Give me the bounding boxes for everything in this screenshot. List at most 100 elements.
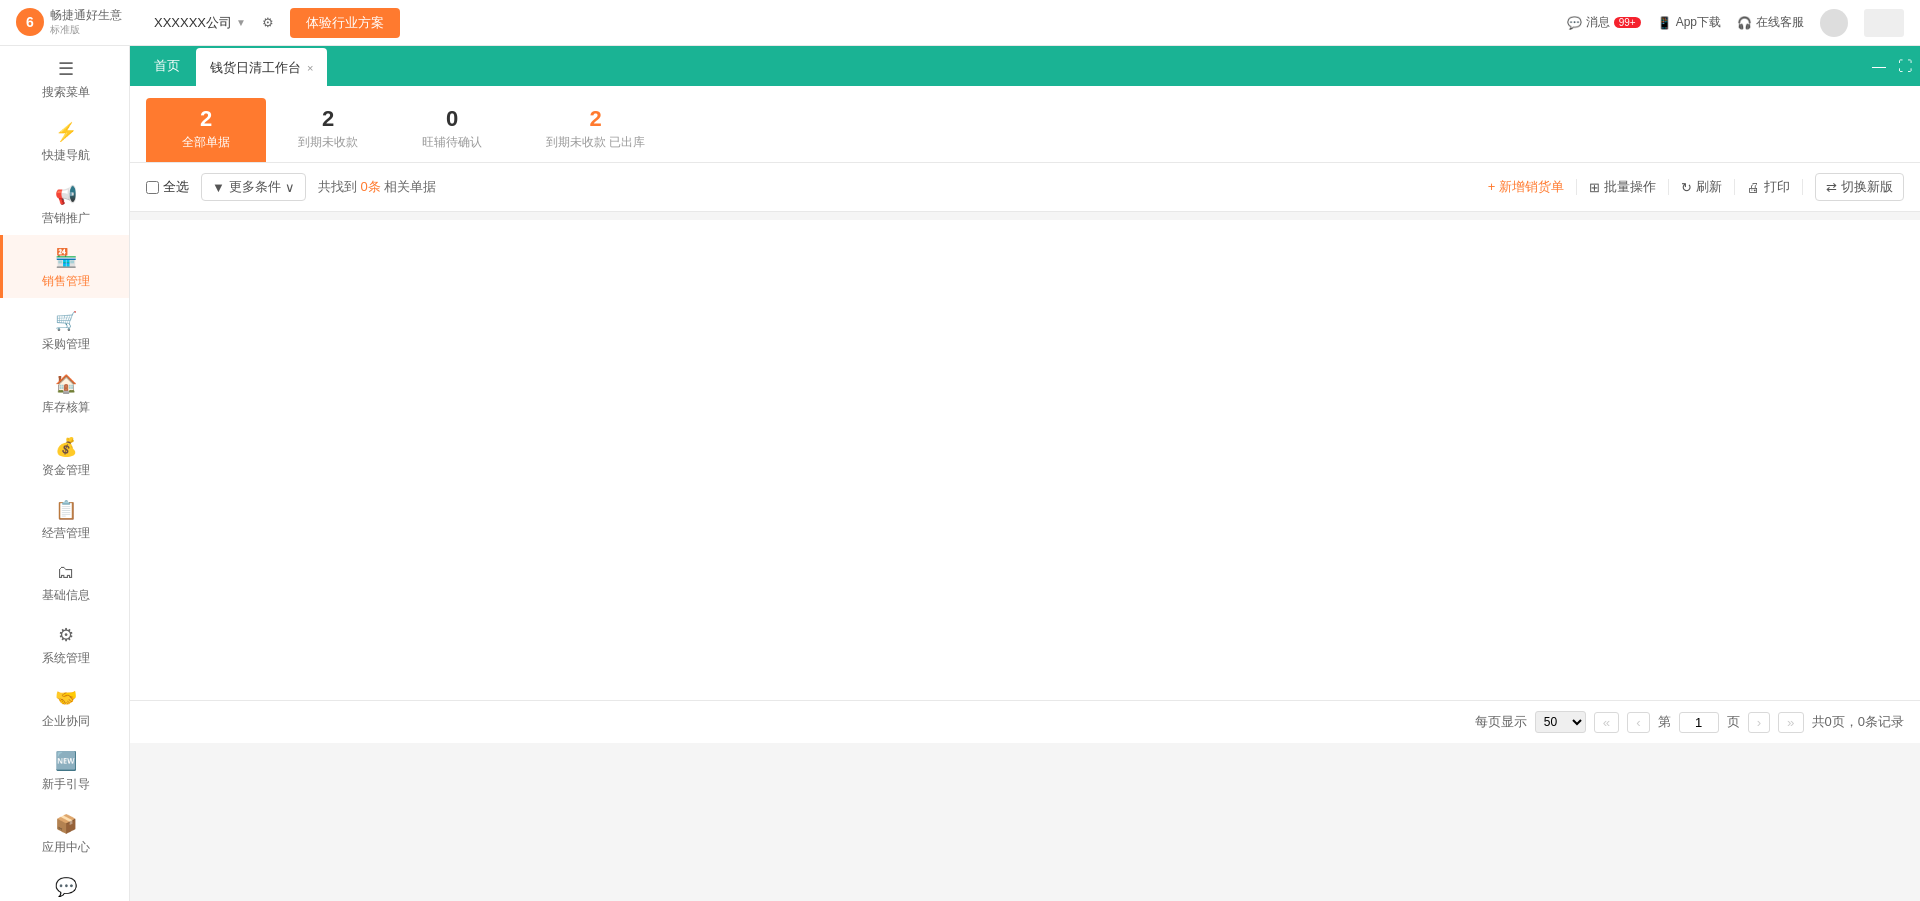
refresh-button[interactable]: ↻ 刷新 — [1681, 178, 1722, 196]
tabbar: 首页 钱货日清工作台 × — ⛶ — [130, 46, 1920, 86]
sidebar-item-enterprise-wechat[interactable]: 💬 企业微信 — [0, 864, 129, 901]
sidebar-item-guide[interactable]: 🆕 新手引导 — [0, 738, 129, 801]
system-icon: ⚙ — [58, 624, 74, 646]
enterprise-icon: 🤝 — [55, 687, 77, 709]
sidebar-item-app-center[interactable]: 📦 应用中心 — [0, 801, 129, 864]
sidebar-item-label: 采购管理 — [42, 336, 90, 353]
filter-label: 更多条件 — [229, 178, 281, 196]
print-button[interactable]: 🖨 打印 — [1747, 178, 1790, 196]
result-count: 共找到 0条 相关单据 — [318, 178, 436, 196]
sidebar-item-label: 基础信息 — [42, 587, 90, 604]
divider — [1668, 179, 1669, 195]
page-label: 第 — [1658, 713, 1671, 731]
filter-button[interactable]: ▼ 更多条件 ∨ — [201, 173, 306, 201]
sidebar-item-inventory[interactable]: 🏠 库存核算 — [0, 361, 129, 424]
company-selector[interactable]: XXXXXX公司 ▼ — [154, 14, 246, 32]
online-service-btn[interactable]: 🎧 在线客服 — [1737, 14, 1804, 31]
result-text: 共找到 — [318, 179, 357, 194]
sidebar-item-label: 销售管理 — [42, 273, 90, 290]
select-all-checkbox[interactable]: 全选 — [146, 178, 189, 196]
page-size-select[interactable]: 50 100 200 — [1535, 711, 1586, 733]
purchase-icon: 🛒 — [55, 310, 77, 332]
stat-pending[interactable]: 0 旺辅待确认 — [390, 98, 514, 162]
first-page-button[interactable]: « — [1594, 712, 1619, 733]
settings-icon[interactable]: ⚙ — [254, 9, 282, 37]
minimize-icon[interactable]: — — [1872, 58, 1886, 74]
sidebar-item-quick-nav[interactable]: ⚡ 快捷导航 — [0, 109, 129, 172]
sidebar-item-system[interactable]: ⚙ 系统管理 — [0, 612, 129, 675]
user-name-placeholder[interactable] — [1864, 9, 1904, 37]
sidebar-item-marketing[interactable]: 📢 营销推广 — [0, 172, 129, 235]
result-suffix: 相关单据 — [384, 179, 436, 194]
print-icon: 🖨 — [1747, 180, 1760, 195]
stat-label-overdue: 到期未收款 — [298, 134, 358, 151]
sidebar-item-label: 经营管理 — [42, 525, 90, 542]
result-num: 0条 — [361, 179, 381, 194]
trial-button[interactable]: 体验行业方案 — [290, 8, 400, 38]
sales-icon: 🏪 — [55, 247, 77, 269]
main-layout: ☰ 搜索菜单 ⚡ 快捷导航 📢 营销推广 🏪 销售管理 🛒 采购管理 🏠 库存核… — [0, 46, 1920, 901]
sidebar-item-label: 搜索菜单 — [42, 84, 90, 101]
logo: 6 畅捷通好生意 标准版 — [16, 8, 146, 36]
prev-page-button[interactable]: ‹ — [1627, 712, 1649, 733]
tab-active[interactable]: 钱货日清工作台 × — [196, 48, 327, 88]
divider — [1802, 179, 1803, 195]
tab-close-icon[interactable]: × — [307, 62, 313, 74]
table-area — [130, 220, 1920, 700]
switch-version-button[interactable]: ⇄ 切换新版 — [1815, 173, 1904, 201]
tab-label: 钱货日清工作台 — [210, 59, 301, 77]
sidebar-item-search-menu[interactable]: ☰ 搜索菜单 — [0, 46, 129, 109]
app-download-label: App下载 — [1676, 14, 1721, 31]
next-page-button[interactable]: › — [1748, 712, 1770, 733]
app-icon: 📱 — [1657, 16, 1672, 30]
last-page-button[interactable]: » — [1778, 712, 1803, 733]
divider — [1576, 179, 1577, 195]
stat-num-overdue: 2 — [322, 106, 334, 132]
batch-operation-button[interactable]: ⊞ 批量操作 — [1589, 178, 1656, 196]
sidebar-item-label: 库存核算 — [42, 399, 90, 416]
total-info: 共0页，0条记录 — [1812, 713, 1904, 731]
sidebar-item-label: 资金管理 — [42, 462, 90, 479]
sidebar-item-label: 营销推广 — [42, 210, 90, 227]
sidebar-item-operations[interactable]: 📋 经营管理 — [0, 487, 129, 550]
app-center-icon: 📦 — [55, 813, 77, 835]
maximize-icon[interactable]: ⛶ — [1898, 58, 1912, 74]
search-menu-icon: ☰ — [58, 58, 74, 80]
stat-label-pending: 旺辅待确认 — [422, 134, 482, 151]
sidebar-item-enterprise[interactable]: 🤝 企业协同 — [0, 675, 129, 738]
sidebar-item-purchase[interactable]: 🛒 采购管理 — [0, 298, 129, 361]
select-all-label: 全选 — [163, 178, 189, 196]
switch-icon: ⇄ — [1826, 180, 1837, 195]
finance-icon: 💰 — [55, 436, 77, 458]
sidebar: ☰ 搜索菜单 ⚡ 快捷导航 📢 营销推广 🏪 销售管理 🛒 采购管理 🏠 库存核… — [0, 46, 130, 901]
sidebar-item-label: 快捷导航 — [42, 147, 90, 164]
avatar[interactable] — [1820, 9, 1848, 37]
tabbar-actions: — ⛶ — [1872, 58, 1912, 74]
app-download-btn[interactable]: 📱 App下载 — [1657, 14, 1721, 31]
headset-icon: 🎧 — [1737, 16, 1752, 30]
guide-icon: 🆕 — [55, 750, 77, 772]
stat-num-all: 2 — [200, 106, 212, 132]
new-sales-order-button[interactable]: + 新增销货单 — [1488, 178, 1564, 196]
stat-overdue-out[interactable]: 2 到期未收款 已出库 — [514, 98, 677, 162]
stat-all[interactable]: 2 全部单据 — [146, 98, 266, 162]
logo-text-block: 畅捷通好生意 标准版 — [50, 8, 122, 36]
page-number-input[interactable] — [1679, 712, 1719, 733]
toolbar: 全选 ▼ 更多条件 ∨ 共找到 0条 相关单据 + 新增销货单 — [130, 163, 1920, 212]
tab-home[interactable]: 首页 — [138, 46, 196, 86]
sidebar-item-finance[interactable]: 💰 资金管理 — [0, 424, 129, 487]
batch-label: 批量操作 — [1604, 178, 1656, 196]
stat-num-overdue-out: 2 — [590, 106, 602, 132]
enterprise-wechat-icon: 💬 — [55, 876, 77, 898]
sidebar-item-sales[interactable]: 🏪 销售管理 — [0, 235, 129, 298]
message-label: 消息 — [1586, 14, 1610, 31]
sidebar-item-label: 企业协同 — [42, 713, 90, 730]
stats-row: 2 全部单据 2 到期未收款 0 旺辅待确认 2 到期未收款 已出库 — [130, 86, 1920, 163]
sidebar-item-basic-info[interactable]: 🗂 基础信息 — [0, 550, 129, 612]
toolbar-right: + 新增销货单 ⊞ 批量操作 ↻ 刷新 🖨 打印 — [1488, 173, 1904, 201]
stat-overdue[interactable]: 2 到期未收款 — [266, 98, 390, 162]
stat-label-overdue-out: 到期未收款 已出库 — [546, 134, 645, 151]
select-all-input[interactable] — [146, 181, 159, 194]
sidebar-item-label: 应用中心 — [42, 839, 90, 856]
message-btn[interactable]: 💬 消息 99+ — [1567, 14, 1641, 31]
